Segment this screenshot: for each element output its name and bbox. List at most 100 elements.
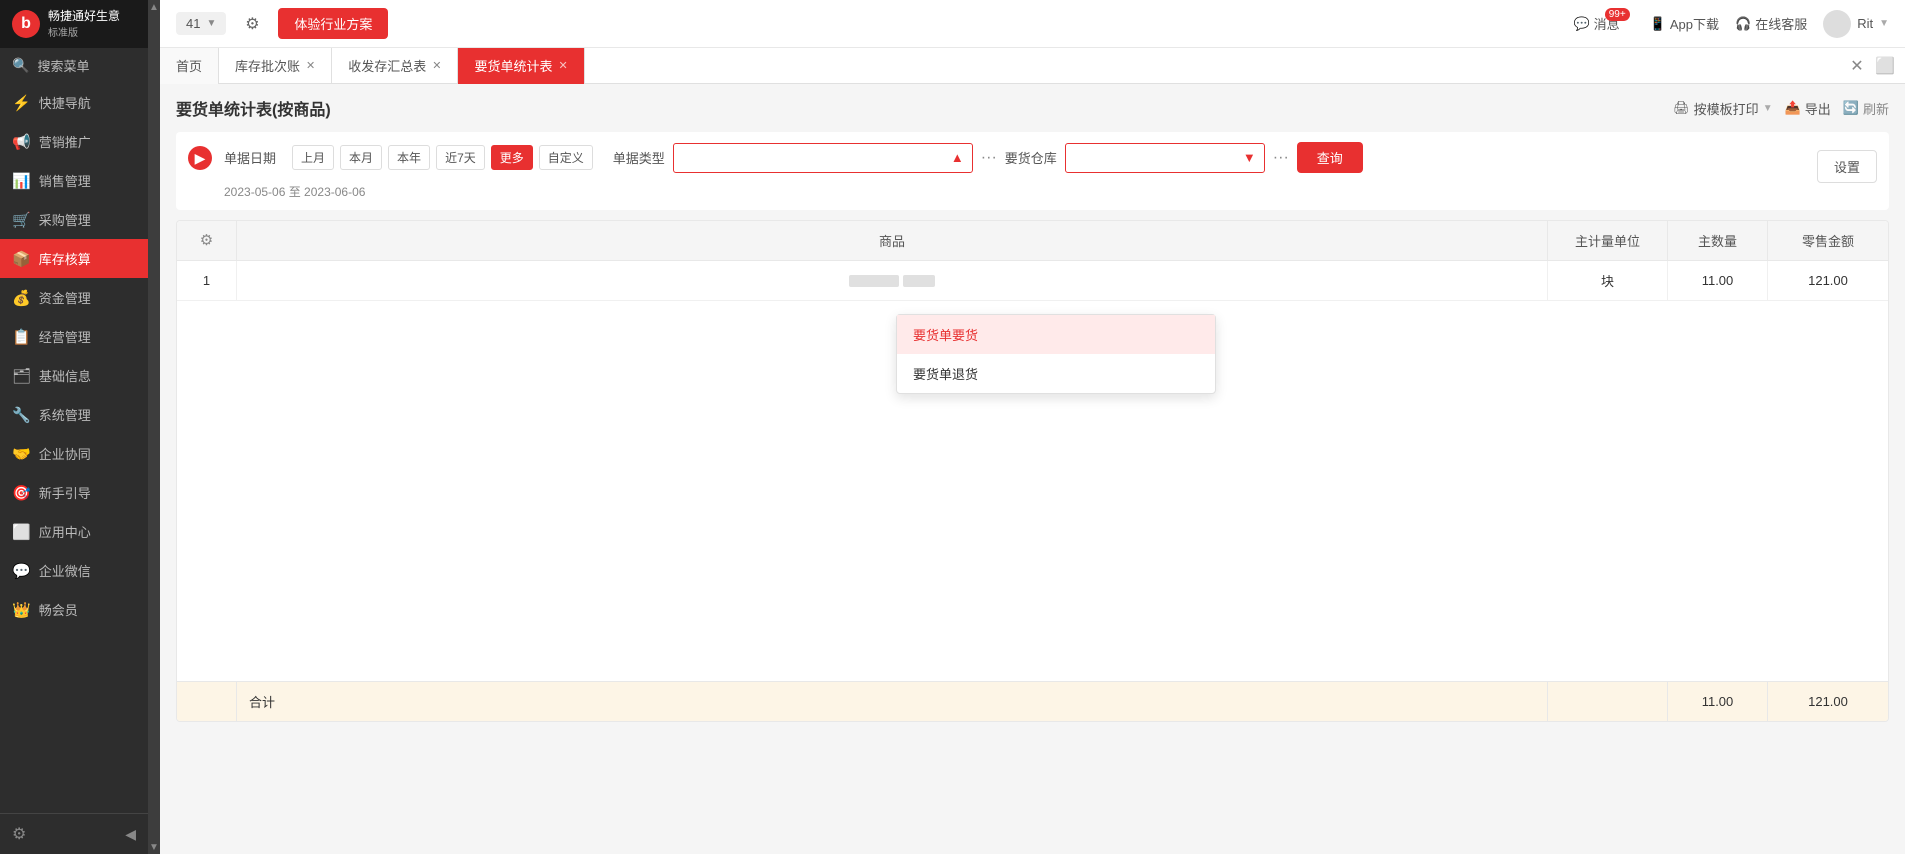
sidebar-item-vip[interactable]: 👑 畅会员 xyxy=(0,590,148,629)
warehouse-more-button[interactable]: ··· xyxy=(1273,149,1289,167)
sidebar-item-enterprise-wechat[interactable]: 💬 企业微信 xyxy=(0,551,148,590)
tab-close-icon[interactable]: ✕ xyxy=(559,59,568,72)
dropdown-item-order-return[interactable]: 要货单退货 xyxy=(897,354,1215,393)
gear-icon[interactable]: ⚙ xyxy=(200,232,213,249)
date-more-button[interactable]: 更多 xyxy=(491,145,533,170)
operations-icon: 📋 xyxy=(12,328,31,346)
page-title: 要货单统计表(按商品) xyxy=(176,96,331,120)
tab-receive-summary-label: 收发存汇总表 xyxy=(348,56,426,75)
settings-icon[interactable]: ⚙ xyxy=(12,824,26,844)
workspace-selector[interactable]: 41 ▼ xyxy=(176,12,226,35)
settings-button[interactable]: ⚙ xyxy=(238,10,266,38)
footer-label: 合计 xyxy=(237,682,1548,721)
product-placeholder xyxy=(849,275,935,287)
tab-home[interactable]: 首页 xyxy=(160,48,219,84)
scroll-down-arrow[interactable]: ▼ xyxy=(148,840,160,854)
online-service-button[interactable]: 🎧 在线客服 xyxy=(1735,14,1807,33)
date-last-7-days-button[interactable]: 近7天 xyxy=(436,145,485,170)
trial-button[interactable]: 体验行业方案 xyxy=(278,8,388,39)
enterprise-icon: 🤝 xyxy=(12,445,31,463)
sidebar-item-label: 畅会员 xyxy=(39,600,78,619)
chevron-down-icon: ▼ xyxy=(206,18,216,29)
app-logo: b 畅捷通好生意 标准版 xyxy=(0,0,148,48)
cell-no: 1 xyxy=(177,261,237,300)
app-version: 标准版 xyxy=(48,24,120,39)
sidebar-item-label: 企业协同 xyxy=(39,444,91,463)
tab-close-icon[interactable]: ✕ xyxy=(306,59,315,72)
sidebar-item-purchase[interactable]: 🛒 采购管理 xyxy=(0,200,148,239)
sidebar-item-enterprise[interactable]: 🤝 企业协同 xyxy=(0,434,148,473)
tab-receive-summary[interactable]: 收发存汇总表 ✕ xyxy=(332,48,458,84)
page-actions: 🖨 按模板打印 ▼ 📤 导出 🔄 刷新 xyxy=(1673,99,1889,118)
collapse-icon[interactable]: ◀ xyxy=(125,826,136,843)
cell-amount: 121.00 xyxy=(1768,261,1888,300)
tab-inventory-batch-label: 库存批次账 xyxy=(235,56,300,75)
query-button[interactable]: 查询 xyxy=(1297,142,1363,173)
tab-close-all-button[interactable]: ✕ xyxy=(1845,54,1869,78)
finance-icon: 💰 xyxy=(12,289,31,307)
footer-unit xyxy=(1548,682,1668,721)
tab-home-label: 首页 xyxy=(176,56,202,75)
marketing-icon: 📢 xyxy=(12,133,31,151)
filter-area: ▶ 单据日期 上月 本月 本年 近7天 更多 自定义 单据类型 xyxy=(176,132,1889,210)
tab-inventory-batch[interactable]: 库存批次账 ✕ xyxy=(219,48,332,84)
warehouse-select-box[interactable]: ▼ xyxy=(1065,143,1265,173)
sidebar-item-marketing[interactable]: 📢 营销推广 xyxy=(0,122,148,161)
tab-close-icon[interactable]: ✕ xyxy=(432,59,441,72)
filter-row-date: 单据日期 上月 本月 本年 近7天 更多 自定义 单据类型 ▲ xyxy=(224,142,1805,173)
avatar xyxy=(1823,10,1851,38)
filter-expand-button[interactable]: ▶ xyxy=(188,146,212,170)
type-filter-label: 单据类型 xyxy=(613,148,665,167)
date-this-year-button[interactable]: 本年 xyxy=(388,145,430,170)
sidebar-item-system[interactable]: 🔧 系统管理 xyxy=(0,395,148,434)
footer-amount: 121.00 xyxy=(1768,682,1888,721)
date-range-text: 2023-05-06 至 2023-06-06 xyxy=(224,183,1805,200)
col-header-qty: 主数量 xyxy=(1668,221,1768,260)
tabs-end: ✕ ⬜ xyxy=(1837,54,1905,78)
inventory-icon: 📦 xyxy=(12,250,31,268)
sidebar: b 畅捷通好生意 标准版 🔍 搜索菜单 ⚡ 快捷导航 📢 营销推广 📊 销售管理… xyxy=(0,0,148,854)
table-header: ⚙ 商品 主计量单位 主数量 零售金额 xyxy=(177,221,1888,261)
sidebar-item-label: 基础信息 xyxy=(39,366,91,385)
sidebar-item-inventory[interactable]: 📦 库存核算 xyxy=(0,239,148,278)
page-content: 要货单统计表(按商品) 🖨 按模板打印 ▼ 📤 导出 🔄 刷新 ▶ xyxy=(160,84,1905,854)
date-this-month-button[interactable]: 本月 xyxy=(340,145,382,170)
sidebar-item-guide[interactable]: 🎯 新手引导 xyxy=(0,473,148,512)
type-more-button[interactable]: ··· xyxy=(981,149,997,167)
template-print-icon: 🖨 xyxy=(1673,100,1690,116)
footer-empty xyxy=(177,682,237,721)
settings-button[interactable]: 设置 xyxy=(1817,150,1877,183)
search-menu[interactable]: 🔍 搜索菜单 xyxy=(0,48,148,83)
scroll-up-arrow[interactable]: ▲ xyxy=(148,0,160,14)
date-custom-button[interactable]: 自定义 xyxy=(539,145,593,170)
user-name: Rit xyxy=(1857,16,1873,31)
sidebar-item-finance[interactable]: 💰 资金管理 xyxy=(0,278,148,317)
sidebar-item-label: 企业微信 xyxy=(39,561,91,580)
dropdown-item-order-goods[interactable]: 要货单要货 xyxy=(897,315,1215,354)
template-print-button[interactable]: 🖨 按模板打印 ▼ xyxy=(1673,99,1772,118)
filter-row: 单据日期 上月 本月 本年 近7天 更多 自定义 单据类型 ▲ xyxy=(224,142,1805,200)
user-profile[interactable]: Rit ▼ xyxy=(1823,10,1889,38)
date-last-month-button[interactable]: 上月 xyxy=(292,145,334,170)
app-download-button[interactable]: 📱 App下载 xyxy=(1650,14,1719,33)
sidebar-item-sales[interactable]: 📊 销售管理 xyxy=(0,161,148,200)
export-button[interactable]: 📤 导出 xyxy=(1785,99,1831,118)
refresh-button[interactable]: 🔄 刷新 xyxy=(1843,99,1889,118)
sidebar-item-quick-nav[interactable]: ⚡ 快捷导航 xyxy=(0,83,148,122)
system-icon: 🔧 xyxy=(12,406,31,424)
tab-order-stats[interactable]: 要货单统计表 ✕ xyxy=(458,48,584,84)
sidebar-item-app-center[interactable]: ⬜ 应用中心 xyxy=(0,512,148,551)
sales-icon: 📊 xyxy=(12,172,31,190)
sidebar-item-operations[interactable]: 📋 经营管理 xyxy=(0,317,148,356)
cell-qty: 11.00 xyxy=(1668,261,1768,300)
sidebar-item-label: 系统管理 xyxy=(39,405,91,424)
export-icon: 📤 xyxy=(1785,100,1801,116)
sidebar-item-label: 新手引导 xyxy=(39,483,91,502)
sidebar-item-basic-info[interactable]: 🗂 基础信息 xyxy=(0,356,148,395)
tab-maximize-button[interactable]: ⬜ xyxy=(1873,54,1897,78)
type-select-box[interactable]: ▲ xyxy=(673,143,973,173)
col-header-gear[interactable]: ⚙ xyxy=(177,221,237,260)
topbar: 41 ▼ ⚙ 体验行业方案 💬 消息 99+ 📱 App下载 🎧 在线客服 xyxy=(160,0,1905,48)
guide-icon: 🎯 xyxy=(12,484,31,502)
message-button[interactable]: 💬 消息 99+ xyxy=(1573,14,1619,33)
